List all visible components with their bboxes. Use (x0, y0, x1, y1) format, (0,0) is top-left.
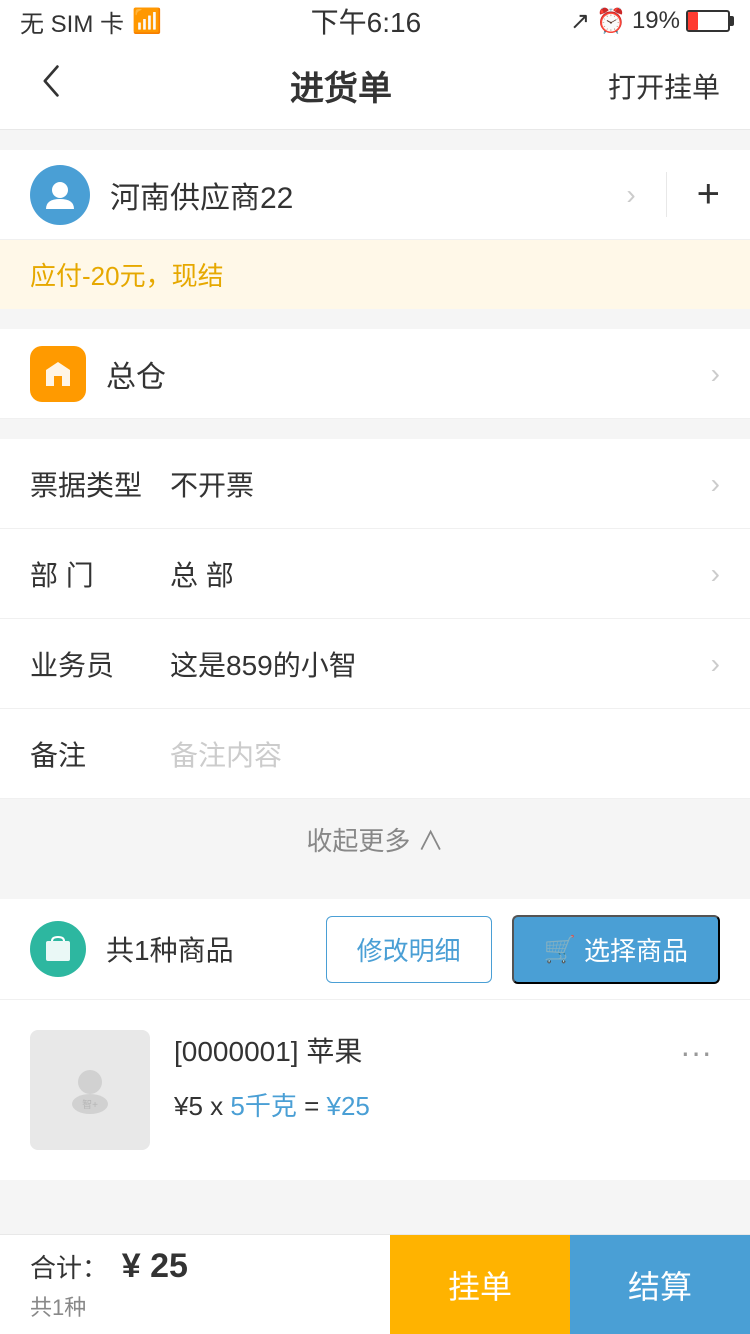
select-product-icon: 🛒 (544, 934, 576, 965)
warehouse-chevron-icon: › (711, 358, 720, 390)
total-amount: ¥ 25 (122, 1247, 188, 1285)
section-divider-3 (0, 879, 750, 899)
battery-fill (688, 12, 698, 30)
section-divider-1 (0, 309, 750, 329)
alarm-icon: ⏰ (596, 7, 626, 36)
product-price: ¥5 x 5千克 = ¥25 (174, 1086, 648, 1123)
product-more-button[interactable]: ··· (672, 1030, 720, 1075)
warehouse-icon-bg (30, 346, 86, 402)
supplier-name: 河南供应商22 (110, 173, 626, 217)
add-supplier-button[interactable]: + (666, 172, 720, 217)
agent-row[interactable]: 业务员 这是859的小智 › (0, 619, 750, 709)
location-icon: ↗ (570, 7, 590, 36)
dept-label: 部 门 (30, 554, 170, 594)
supplier-actions: › + (626, 172, 720, 217)
status-left: 无 SIM 卡 📶 (20, 4, 162, 39)
warehouse-name: 总仓 (106, 352, 711, 396)
invoice-type-value: 不开票 (170, 464, 711, 504)
svg-text:智+: 智+ (82, 1098, 98, 1111)
products-count: 共1种商品 (106, 929, 306, 969)
supplier-chevron-icon: › (626, 179, 635, 211)
agent-chevron-icon: › (711, 648, 720, 680)
supplier-section: 河南供应商22 › + 应付-20元，现结 (0, 150, 750, 309)
supplier-row[interactable]: 河南供应商22 › + (0, 150, 750, 240)
section-divider-2 (0, 419, 750, 439)
agent-value: 这是859的小智 (170, 644, 711, 684)
invoice-type-label: 票据类型 (30, 464, 170, 504)
settle-button[interactable]: 结算 (570, 1235, 750, 1334)
invoice-type-row[interactable]: 票据类型 不开票 › (0, 439, 750, 529)
products-header: 共1种商品 修改明细 🛒 选择商品 (0, 899, 750, 999)
dept-chevron-icon: › (711, 558, 720, 590)
edit-detail-button[interactable]: 修改明细 (326, 916, 492, 983)
supplier-notice: 应付-20元，现结 (0, 240, 750, 309)
battery-percent: 19% (632, 7, 680, 35)
total-label: 合计： (30, 1253, 108, 1283)
battery-icon (686, 10, 730, 32)
remark-input[interactable]: 备注内容 (170, 734, 720, 774)
hang-button[interactable]: 挂单 (390, 1235, 570, 1334)
nav-bar: 进货单 打开挂单 (0, 42, 750, 130)
dept-value: 总 部 (170, 554, 711, 594)
footer-total: 合计： ¥ 25 共1种 (0, 1247, 390, 1322)
back-button[interactable] (30, 53, 74, 118)
products-icon (30, 921, 86, 977)
status-right: ↗ ⏰ 19% (570, 7, 730, 36)
total-sub-label: 共1种 (30, 1290, 360, 1322)
product-code: [0000001] (174, 1036, 299, 1067)
open-hang-button[interactable]: 打开挂单 (608, 66, 720, 106)
product-name: [0000001] 苹果 (174, 1030, 648, 1070)
top-divider (0, 130, 750, 150)
remark-label: 备注 (30, 734, 170, 774)
product-info: [0000001] 苹果 ¥5 x 5千克 = ¥25 (174, 1030, 648, 1123)
carrier-label: 无 SIM 卡 (20, 4, 124, 39)
select-product-button[interactable]: 🛒 选择商品 (512, 915, 720, 984)
invoice-chevron-icon: › (711, 468, 720, 500)
wifi-icon: 📶 (132, 7, 162, 36)
agent-label: 业务员 (30, 644, 170, 684)
warehouse-row[interactable]: 总仓 › (0, 329, 750, 419)
page-title: 进货单 (290, 61, 392, 110)
supplier-avatar (30, 165, 90, 225)
status-bar: 无 SIM 卡 📶 下午6:16 ↗ ⏰ 19% (0, 0, 750, 42)
product-thumbnail: 智+ (30, 1030, 150, 1150)
status-time: 下午6:16 (311, 1, 422, 41)
product-item: 智+ [0000001] 苹果 ¥5 x 5千克 = ¥25 ··· (0, 999, 750, 1180)
dept-row[interactable]: 部 门 总 部 › (0, 529, 750, 619)
footer: 合计： ¥ 25 共1种 挂单 结算 (0, 1234, 750, 1334)
product-title: 苹果 (306, 1036, 362, 1067)
remark-row[interactable]: 备注 备注内容 (0, 709, 750, 799)
collapse-button[interactable]: 收起更多 ∧ (0, 799, 750, 879)
select-product-label: 选择商品 (584, 931, 688, 968)
